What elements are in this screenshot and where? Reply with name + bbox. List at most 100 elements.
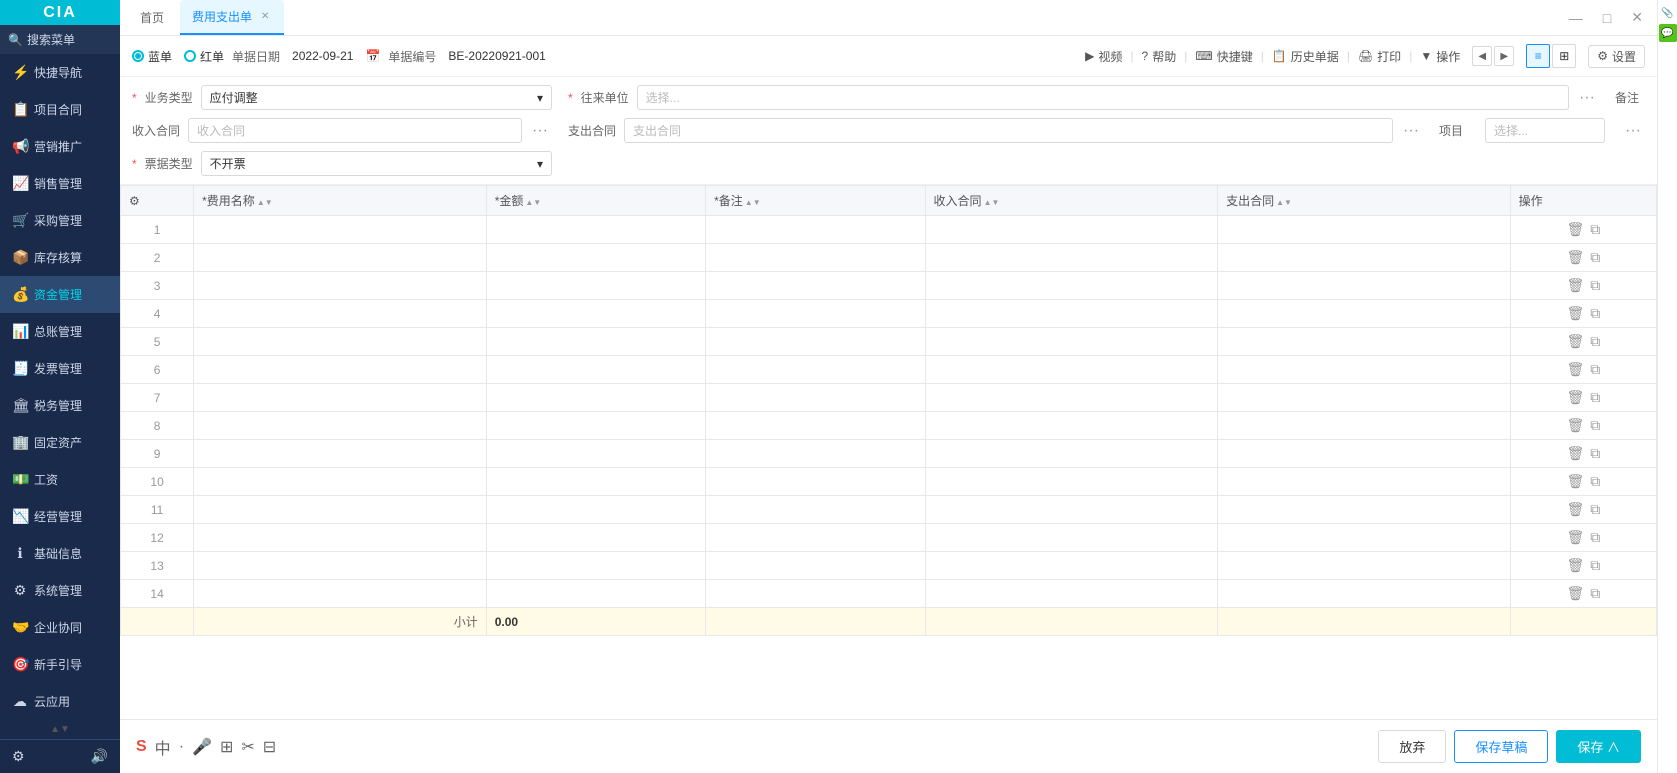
row-income-11[interactable]: [925, 496, 1218, 524]
sidebar-search[interactable]: 🔍 搜索菜单: [0, 25, 120, 54]
row-delete-7[interactable]: 🗑: [1566, 389, 1584, 406]
settings-icon[interactable]: ⚙: [12, 748, 25, 765]
sidebar-item-finance[interactable]: 💰资金管理: [0, 276, 120, 313]
row-delete-2[interactable]: 🗑: [1566, 249, 1584, 266]
sidebar-item-basic-info[interactable]: ℹ基础信息: [0, 535, 120, 572]
toolbar-action-print[interactable]: 🖨打印: [1358, 48, 1401, 65]
invoice-type-input[interactable]: 不开票 ▾: [201, 151, 552, 176]
row-expense-10[interactable]: [1218, 468, 1511, 496]
row-copy-6[interactable]: ⧉: [1590, 361, 1600, 378]
row-delete-13[interactable]: 🗑: [1566, 557, 1584, 574]
save-button[interactable]: 保存 ∧: [1556, 730, 1641, 763]
settings-button[interactable]: ⚙ 设置: [1588, 45, 1645, 68]
row-amount-3[interactable]: [486, 272, 705, 300]
row-remark-8[interactable]: [706, 412, 925, 440]
row-remark-9[interactable]: [706, 440, 925, 468]
project-more-icon[interactable]: ···: [1621, 122, 1645, 140]
row-income-13[interactable]: [925, 552, 1218, 580]
row-amount-2[interactable]: [486, 244, 705, 272]
row-remark-3[interactable]: [706, 272, 925, 300]
row-delete-3[interactable]: 🗑: [1566, 277, 1584, 294]
footer-icon-grid[interactable]: ⊟: [263, 737, 276, 757]
row-remark-2[interactable]: [706, 244, 925, 272]
row-income-8[interactable]: [925, 412, 1218, 440]
row-delete-9[interactable]: 🗑: [1566, 445, 1584, 462]
row-amount-4[interactable]: [486, 300, 705, 328]
tab-home[interactable]: 首页: [128, 0, 176, 35]
close-button[interactable]: ✕: [1625, 7, 1649, 28]
nav-prev-button[interactable]: ◀: [1472, 46, 1492, 66]
sidebar-item-tax[interactable]: 🏛税务管理: [0, 387, 120, 424]
row-name-6[interactable]: [194, 356, 487, 384]
row-remark-13[interactable]: [706, 552, 925, 580]
maximize-button[interactable]: □: [1597, 8, 1617, 28]
col-header-expense_contract[interactable]: 支出合同▲▼: [1218, 186, 1511, 216]
row-copy-4[interactable]: ⧉: [1590, 305, 1600, 322]
row-income-9[interactable]: [925, 440, 1218, 468]
row-expense-5[interactable]: [1218, 328, 1511, 356]
row-amount-13[interactable]: [486, 552, 705, 580]
row-expense-2[interactable]: [1218, 244, 1511, 272]
col-header-name[interactable]: *费用名称▲▼: [194, 186, 487, 216]
footer-logo-s[interactable]: S: [136, 738, 147, 756]
row-copy-13[interactable]: ⧉: [1590, 557, 1600, 574]
sidebar-item-fixed-assets[interactable]: 🏢固定资产: [0, 424, 120, 461]
row-copy-14[interactable]: ⧉: [1590, 585, 1600, 602]
volume-icon[interactable]: 🔊: [91, 748, 108, 765]
row-expense-6[interactable]: [1218, 356, 1511, 384]
business-type-input[interactable]: 应付调整 ▾: [201, 85, 552, 110]
row-delete-12[interactable]: 🗑: [1566, 529, 1584, 546]
col-header-income_contract[interactable]: 收入合同▲▼: [925, 186, 1218, 216]
row-remark-12[interactable]: [706, 524, 925, 552]
row-amount-14[interactable]: [486, 580, 705, 608]
row-expense-4[interactable]: [1218, 300, 1511, 328]
row-name-2[interactable]: [194, 244, 487, 272]
row-copy-7[interactable]: ⧉: [1590, 389, 1600, 406]
row-name-12[interactable]: [194, 524, 487, 552]
income-contract-input[interactable]: 收入合同: [188, 118, 522, 143]
counterpart-more-icon[interactable]: ···: [1575, 89, 1599, 107]
sidebar-item-new-guide[interactable]: 🎯新手引导: [0, 646, 120, 683]
sidebar-item-enterprise[interactable]: 🤝企业协同: [0, 609, 120, 646]
project-input[interactable]: 选择...: [1485, 118, 1605, 143]
sidebar-item-marketing[interactable]: 📢营销推广: [0, 128, 120, 165]
sidebar-item-invoice[interactable]: 🧾发票管理: [0, 350, 120, 387]
counterpart-input[interactable]: 选择...: [637, 85, 1569, 110]
row-amount-5[interactable]: [486, 328, 705, 356]
expense-contract-input[interactable]: 支出合同: [624, 118, 1393, 143]
toolbar-action-shortcut[interactable]: ⌨快捷键: [1195, 48, 1252, 65]
footer-icon-dot[interactable]: ·: [179, 738, 184, 756]
row-amount-11[interactable]: [486, 496, 705, 524]
row-copy-3[interactable]: ⧉: [1590, 277, 1600, 294]
row-name-3[interactable]: [194, 272, 487, 300]
calendar-icon[interactable]: 📅: [365, 49, 380, 63]
sidebar-item-project-contract[interactable]: 📋项目合同: [0, 91, 120, 128]
row-expense-7[interactable]: [1218, 384, 1511, 412]
row-delete-6[interactable]: 🗑: [1566, 361, 1584, 378]
sidebar-item-inventory[interactable]: 📦库存核算: [0, 239, 120, 276]
row-income-14[interactable]: [925, 580, 1218, 608]
row-remark-6[interactable]: [706, 356, 925, 384]
row-income-1[interactable]: [925, 216, 1218, 244]
row-amount-9[interactable]: [486, 440, 705, 468]
toolbar-action-operation[interactable]: ▼操作: [1420, 48, 1460, 65]
row-delete-14[interactable]: 🗑: [1566, 585, 1584, 602]
minimize-button[interactable]: —: [1563, 8, 1589, 28]
save-draft-button[interactable]: 保存草稿: [1454, 730, 1548, 763]
row-amount-12[interactable]: [486, 524, 705, 552]
footer-icon-table[interactable]: ⊞: [220, 737, 233, 757]
col-header-remark[interactable]: *备注▲▼: [706, 186, 925, 216]
row-remark-5[interactable]: [706, 328, 925, 356]
tab-close-expense[interactable]: ✕: [258, 10, 272, 23]
row-name-11[interactable]: [194, 496, 487, 524]
row-expense-11[interactable]: [1218, 496, 1511, 524]
tab-expense[interactable]: 费用支出单✕: [180, 0, 284, 35]
footer-icon-zhong[interactable]: 中: [155, 735, 171, 759]
view-list-button[interactable]: ≡: [1526, 44, 1550, 68]
row-remark-4[interactable]: [706, 300, 925, 328]
sidebar-item-accounting[interactable]: 📊总账管理: [0, 313, 120, 350]
row-amount-7[interactable]: [486, 384, 705, 412]
row-remark-14[interactable]: [706, 580, 925, 608]
row-remark-11[interactable]: [706, 496, 925, 524]
row-remark-1[interactable]: [706, 216, 925, 244]
